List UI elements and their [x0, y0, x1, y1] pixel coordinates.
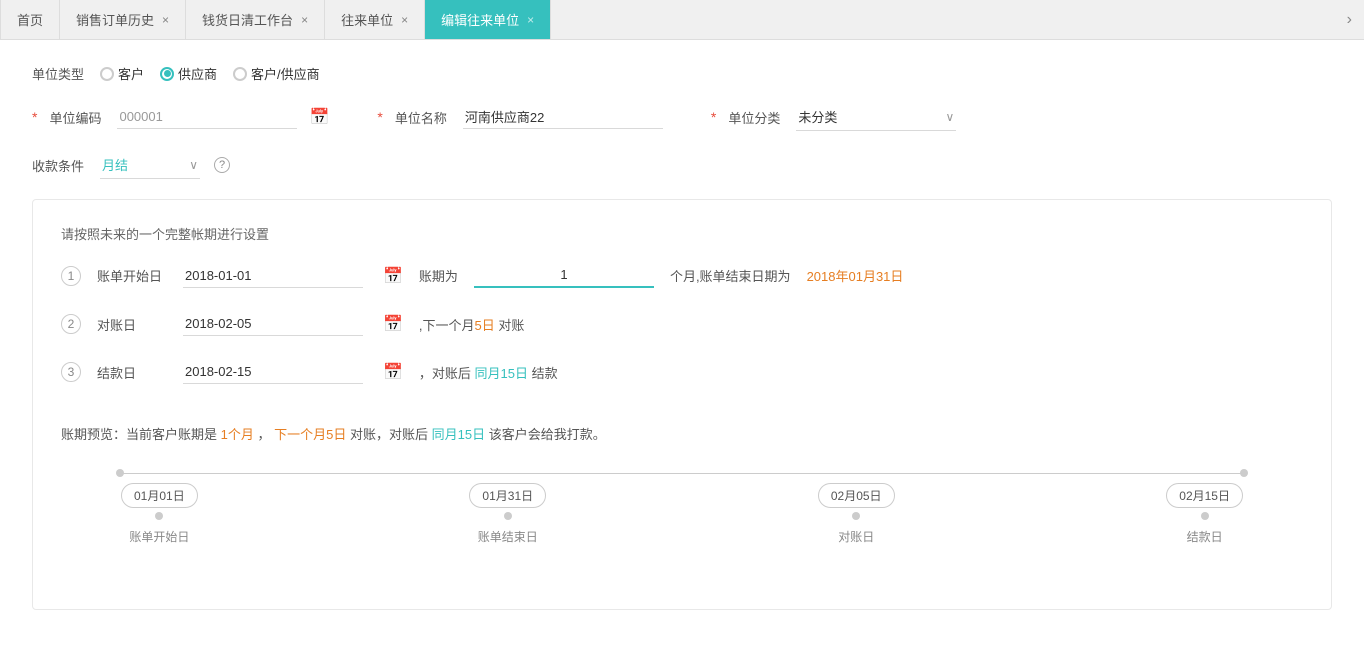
point-label-2: 账单结束日 — [478, 528, 538, 545]
unit-type-radio-group: 客户 供应商 客户/供应商 — [100, 64, 320, 83]
reconcile-desc: ,下一个月5日 对账 — [419, 315, 524, 334]
timeline: 01月01日 账单开始日 01月31日 账单结束日 02月05日 对账日 02月… — [61, 463, 1303, 585]
point-bubble-2: 01月31日 — [469, 483, 546, 508]
radio-both-label: 客户/供应商 — [251, 64, 320, 83]
tab-close-sales-history[interactable]: × — [162, 13, 169, 27]
category-dropdown-arrow: ∨ — [946, 110, 955, 124]
code-copy-icon[interactable]: 📅 — [309, 107, 329, 127]
unit-type-label: 单位类型 — [32, 64, 84, 83]
tab-edit-partner[interactable]: 编辑往来单位 × — [425, 0, 551, 39]
point-dot-4 — [1201, 512, 1209, 520]
timeline-point-2: 01月31日 账单结束日 — [469, 483, 546, 545]
row-num-1: 1 — [61, 266, 81, 286]
timeline-left-dot — [116, 469, 124, 477]
radio-customer[interactable]: 客户 — [100, 64, 144, 83]
row-label-1: 账单开始日 — [97, 266, 167, 285]
timeline-right-dot — [1240, 469, 1248, 477]
timeline-points: 01月01日 账单开始日 01月31日 账单结束日 02月05日 对账日 02月… — [61, 483, 1303, 545]
reconcile-date-cal-icon[interactable]: 📅 — [383, 314, 403, 334]
setting-row-2: 2 对账日 📅 ,下一个月5日 对账 — [61, 312, 1303, 336]
radio-supplier-label: 供应商 — [178, 64, 217, 83]
section-title: 请按照未来的一个完整帐期进行设置 — [61, 224, 1303, 243]
tab-home[interactable]: 首页 — [0, 0, 60, 39]
tab-sales-history[interactable]: 销售订单历史 × — [60, 0, 186, 39]
point-dot-3 — [852, 512, 860, 520]
point-label-3: 对账日 — [838, 528, 874, 545]
payment-date-cal-icon[interactable]: 📅 — [383, 362, 403, 382]
timeline-point-4: 02月15日 结款日 — [1166, 483, 1243, 545]
timeline-point-3: 02月05日 对账日 — [818, 483, 895, 545]
point-dot-2 — [504, 512, 512, 520]
radio-supplier[interactable]: 供应商 — [160, 64, 217, 83]
end-date-value: 2018年01月31日 — [807, 266, 904, 285]
radio-both-outer — [233, 67, 247, 81]
point-label-4: 结款日 — [1187, 528, 1223, 545]
radio-supplier-inner — [164, 70, 171, 77]
point-bubble-3: 02月05日 — [818, 483, 895, 508]
tab-close-partner[interactable]: × — [401, 13, 408, 27]
timeline-point-1: 01月01日 账单开始日 — [121, 483, 198, 545]
setting-section: 请按照未来的一个完整帐期进行设置 1 账单开始日 📅 账期为 个月,账单结束日期… — [32, 199, 1332, 610]
setting-row-1: 1 账单开始日 📅 账期为 个月,账单结束日期为 2018年01月31日 — [61, 263, 1303, 288]
radio-customer-outer — [100, 67, 114, 81]
tab-bar: 首页 销售订单历史 × 钱货日清工作台 × 往来单位 × 编辑往来单位 × › — [0, 0, 1364, 40]
period-suffix: 个月,账单结束日期为 — [670, 266, 791, 285]
payment-help-icon[interactable]: ? — [214, 157, 230, 173]
tab-partner[interactable]: 往来单位 × — [325, 0, 425, 39]
payment-desc: ，对账后 同月15日 结款 — [419, 363, 558, 382]
unit-type-row: 单位类型 客户 供应商 客户/供应商 — [32, 64, 1332, 83]
tab-more-button[interactable]: › — [1335, 11, 1364, 29]
radio-supplier-outer — [160, 67, 174, 81]
start-date-cal-icon[interactable]: 📅 — [383, 266, 403, 286]
code-star: * — [32, 109, 37, 125]
row-label-3: 结款日 — [97, 363, 167, 382]
reconcile-date-input[interactable] — [183, 312, 363, 336]
point-dot-1 — [155, 512, 163, 520]
category-star: * — [711, 109, 716, 125]
tab-close-edit-partner[interactable]: × — [527, 13, 534, 27]
point-bubble-4: 02月15日 — [1166, 483, 1243, 508]
payment-date-input[interactable] — [183, 360, 363, 384]
tab-cash-work[interactable]: 钱货日清工作台 × — [186, 0, 325, 39]
row-label-2: 对账日 — [97, 315, 167, 334]
start-date-input[interactable] — [183, 264, 363, 288]
payment-label: 收款条件 — [32, 156, 84, 175]
row-num-2: 2 — [61, 314, 81, 334]
name-label: 单位名称 — [395, 108, 447, 127]
code-label: 单位编码 — [49, 108, 101, 127]
tab-close-cash-work[interactable]: × — [301, 13, 308, 27]
point-bubble-1: 01月01日 — [121, 483, 198, 508]
name-star: * — [377, 109, 382, 125]
preview-text: 账期预览：当前客户账期是 1个月 ， 下一个月5日 对账，对账后 同月15日 该… — [61, 408, 1303, 463]
setting-row-3: 3 结款日 📅 ，对账后 同月15日 结款 — [61, 360, 1303, 384]
code-input[interactable] — [117, 105, 297, 129]
radio-customer-label: 客户 — [118, 64, 144, 83]
main-content: 单位类型 客户 供应商 客户/供应商 * 单位编码 📅 * 单位名称 — [0, 40, 1364, 650]
period-input[interactable] — [474, 263, 654, 288]
payment-dropdown-arrow: ∨ — [189, 158, 198, 172]
payment-dropdown[interactable]: 月结 ∨ — [100, 151, 200, 179]
category-dropdown[interactable]: 未分类 ∨ — [796, 103, 956, 131]
payment-row: 收款条件 月结 ∨ ? — [32, 151, 1332, 179]
period-prefix: 账期为 — [419, 266, 458, 285]
category-label: 单位分类 — [728, 108, 780, 127]
point-label-1: 账单开始日 — [129, 528, 189, 545]
name-input[interactable] — [463, 105, 663, 129]
timeline-line — [121, 473, 1243, 474]
row-num-3: 3 — [61, 362, 81, 382]
code-name-category-row: * 单位编码 📅 * 单位名称 * 单位分类 未分类 ∨ — [32, 103, 1332, 131]
payment-value: 月结 — [102, 155, 181, 174]
radio-both[interactable]: 客户/供应商 — [233, 64, 320, 83]
category-value: 未分类 — [798, 107, 937, 126]
